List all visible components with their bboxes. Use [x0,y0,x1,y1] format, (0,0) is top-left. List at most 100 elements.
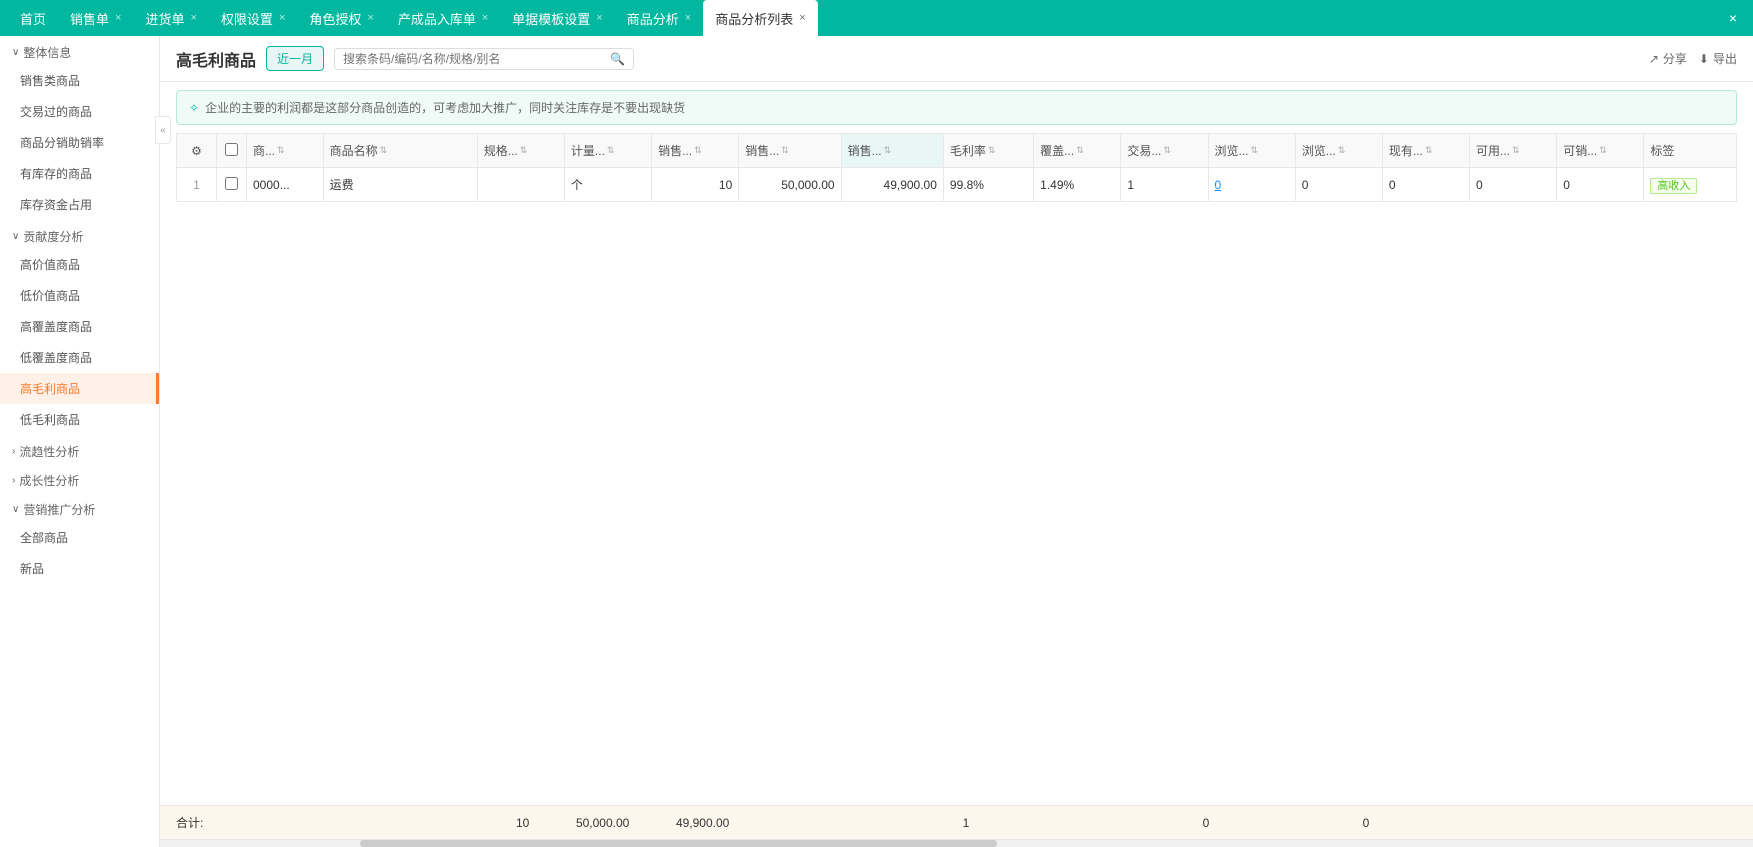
th-tag: 标签 [1644,134,1737,168]
th-sales-amount[interactable]: 销售...⇅ [739,134,841,168]
scrollbar-thumb[interactable] [360,840,997,847]
arrow-icon-contribution: ∨ [12,231,19,242]
th-settings[interactable]: ⚙ [177,134,217,168]
th-unit[interactable]: 计量...⇅ [564,134,651,168]
sidebar-item-new-products[interactable]: 新品 [0,553,159,584]
sidebar-group-flow[interactable]: › 流趋性分析 [0,435,159,464]
close-product-inbound[interactable]: × [482,12,488,24]
sort-icon-unit: ⇅ [607,145,615,156]
cell-stock-saleable: 0 [1557,168,1644,202]
close-permission-settings[interactable]: × [279,12,285,24]
cell-checkbox[interactable] [217,168,247,202]
cell-spec [477,168,564,202]
th-code[interactable]: 商...⇅ [247,134,324,168]
nav-product-analysis[interactable]: 商品分析 × [615,0,703,36]
export-button[interactable]: ⬇ 导出 [1699,50,1737,67]
row-checkbox[interactable] [225,177,238,190]
sidebar-group-marketing[interactable]: ∨ 营销推广分析 [0,493,159,522]
th-view2[interactable]: 浏览...⇅ [1295,134,1382,168]
search-box[interactable]: 🔍 [334,48,634,70]
th-sales-qty[interactable]: 销售...⇅ [652,134,739,168]
sidebar-group-growth[interactable]: › 成长性分析 [0,464,159,493]
cell-coverage: 1.49% [1034,168,1121,202]
close-window-button[interactable]: × [1721,10,1745,26]
sidebar-item-low-coverage[interactable]: 低覆盖度商品 [0,342,159,373]
th-sales-cost[interactable]: 销售...⇅ [841,134,943,168]
sidebar-item-all-products[interactable]: 全部商品 [0,522,159,553]
sidebar-item-stock-capital[interactable]: 库存资金占用 [0,189,159,220]
sidebar-collapse-button[interactable]: « [155,116,171,144]
table-footer: 合计: 10 50,000.00 49,900.00 1 0 0 [160,805,1753,839]
th-checkbox[interactable] [217,134,247,168]
settings-icon[interactable]: ⚙ [191,144,202,158]
info-banner: ✧ 企业的主要的利润都是这部分商品创造的，可考虑加大推广，同时关注库存是不要出现… [176,90,1737,125]
sidebar-item-distribution-rate[interactable]: 商品分销助销率 [0,127,159,158]
sidebar-item-high-value[interactable]: 高价值商品 [0,249,159,280]
cell-sales-cost: 49,900.00 [841,168,943,202]
close-sales-order[interactable]: × [115,12,121,24]
sidebar-item-low-margin[interactable]: 低毛利商品 [0,404,159,435]
cell-view1[interactable]: 0 [1208,168,1295,202]
nav-purchase-order[interactable]: 进货单 × [133,0,208,36]
th-transaction[interactable]: 交易...⇅ [1121,134,1208,168]
sort-icon-sales-amount: ⇅ [781,145,789,156]
sidebar-item-sales-products[interactable]: 销售类商品 [0,65,159,96]
footer-sales-cost: 49,900.00 [629,816,729,830]
cell-code[interactable]: 0000... [247,168,324,202]
table-container[interactable]: ⚙ 商...⇅ 商品名称⇅ 规 [160,133,1753,805]
th-spec[interactable]: 规格...⇅ [477,134,564,168]
close-product-analysis-list[interactable]: × [799,12,805,24]
filter-recent-month-button[interactable]: 近一月 [266,46,324,71]
info-icon: ✧ [189,101,199,115]
export-icon: ⬇ [1699,52,1709,66]
sidebar-item-in-stock[interactable]: 有库存的商品 [0,158,159,189]
nav-template-settings[interactable]: 单据模板设置 × [500,0,614,36]
nav-sales-order[interactable]: 销售单 × [58,0,133,36]
sort-icon-name: ⇅ [380,145,388,156]
sidebar-group-overall[interactable]: ∨ 整体信息 [0,36,159,65]
share-button[interactable]: ↗ 分享 [1649,50,1687,67]
sort-icon-spec: ⇅ [520,145,528,156]
close-template-settings[interactable]: × [596,12,602,24]
nav-role-auth[interactable]: 角色授权 × [297,0,385,36]
th-view1[interactable]: 浏览...⇅ [1208,134,1295,168]
sidebar-item-high-coverage[interactable]: 高覆盖度商品 [0,311,159,342]
th-name[interactable]: 商品名称⇅ [323,134,477,168]
content-area: 高毛利商品 近一月 🔍 ↗ 分享 ⬇ 导出 [160,36,1753,847]
table-row: 1 0000... 运费 个 10 50,000.00 49,900.00 99… [177,168,1737,202]
sort-icon-sales-qty: ⇅ [694,145,702,156]
cell-transaction: 1 [1121,168,1208,202]
content-header: 高毛利商品 近一月 🔍 ↗ 分享 ⬇ 导出 [160,36,1753,82]
nav-product-inbound[interactable]: 产成品入库单 × [386,0,500,36]
th-stock-current[interactable]: 现有...⇅ [1382,134,1469,168]
horizontal-scrollbar[interactable] [160,839,1753,847]
th-stock-saleable[interactable]: 可销...⇅ [1557,134,1644,168]
select-all-checkbox[interactable] [225,143,238,156]
sidebar-item-traded-products[interactable]: 交易过的商品 [0,96,159,127]
sort-icon-stock-available: ⇅ [1512,145,1520,156]
sort-icon-transaction: ⇅ [1163,145,1171,156]
product-table: ⚙ 商...⇅ 商品名称⇅ 规 [176,133,1737,202]
nav-permission-settings[interactable]: 权限设置 × [209,0,297,36]
sidebar-item-low-value[interactable]: 低价值商品 [0,280,159,311]
cell-index: 1 [177,168,217,202]
sort-icon-stock-saleable: ⇅ [1599,145,1607,156]
footer-stock-saleable: 0 [1289,816,1369,830]
search-icon[interactable]: 🔍 [610,52,625,66]
th-stock-available[interactable]: 可用...⇅ [1470,134,1557,168]
nav-home[interactable]: 首页 [8,0,58,36]
close-purchase-order[interactable]: × [190,12,196,24]
footer-sales-qty: 10 [449,816,529,830]
sidebar-item-high-margin[interactable]: 高毛利商品 [0,373,159,404]
close-product-analysis[interactable]: × [685,12,691,24]
sidebar-group-contribution[interactable]: ∨ 贡献度分析 [0,220,159,249]
search-input[interactable] [343,52,610,66]
th-coverage[interactable]: 覆盖...⇅ [1034,134,1121,168]
cell-view2: 0 [1295,168,1382,202]
close-role-auth[interactable]: × [367,12,373,24]
sort-icon-coverage: ⇅ [1076,145,1084,156]
th-margin-rate[interactable]: 毛利率⇅ [943,134,1033,168]
nav-product-analysis-list[interactable]: 商品分析列表 × [703,0,817,36]
sort-icon-code: ⇅ [277,145,285,156]
cell-stock-current: 0 [1382,168,1469,202]
